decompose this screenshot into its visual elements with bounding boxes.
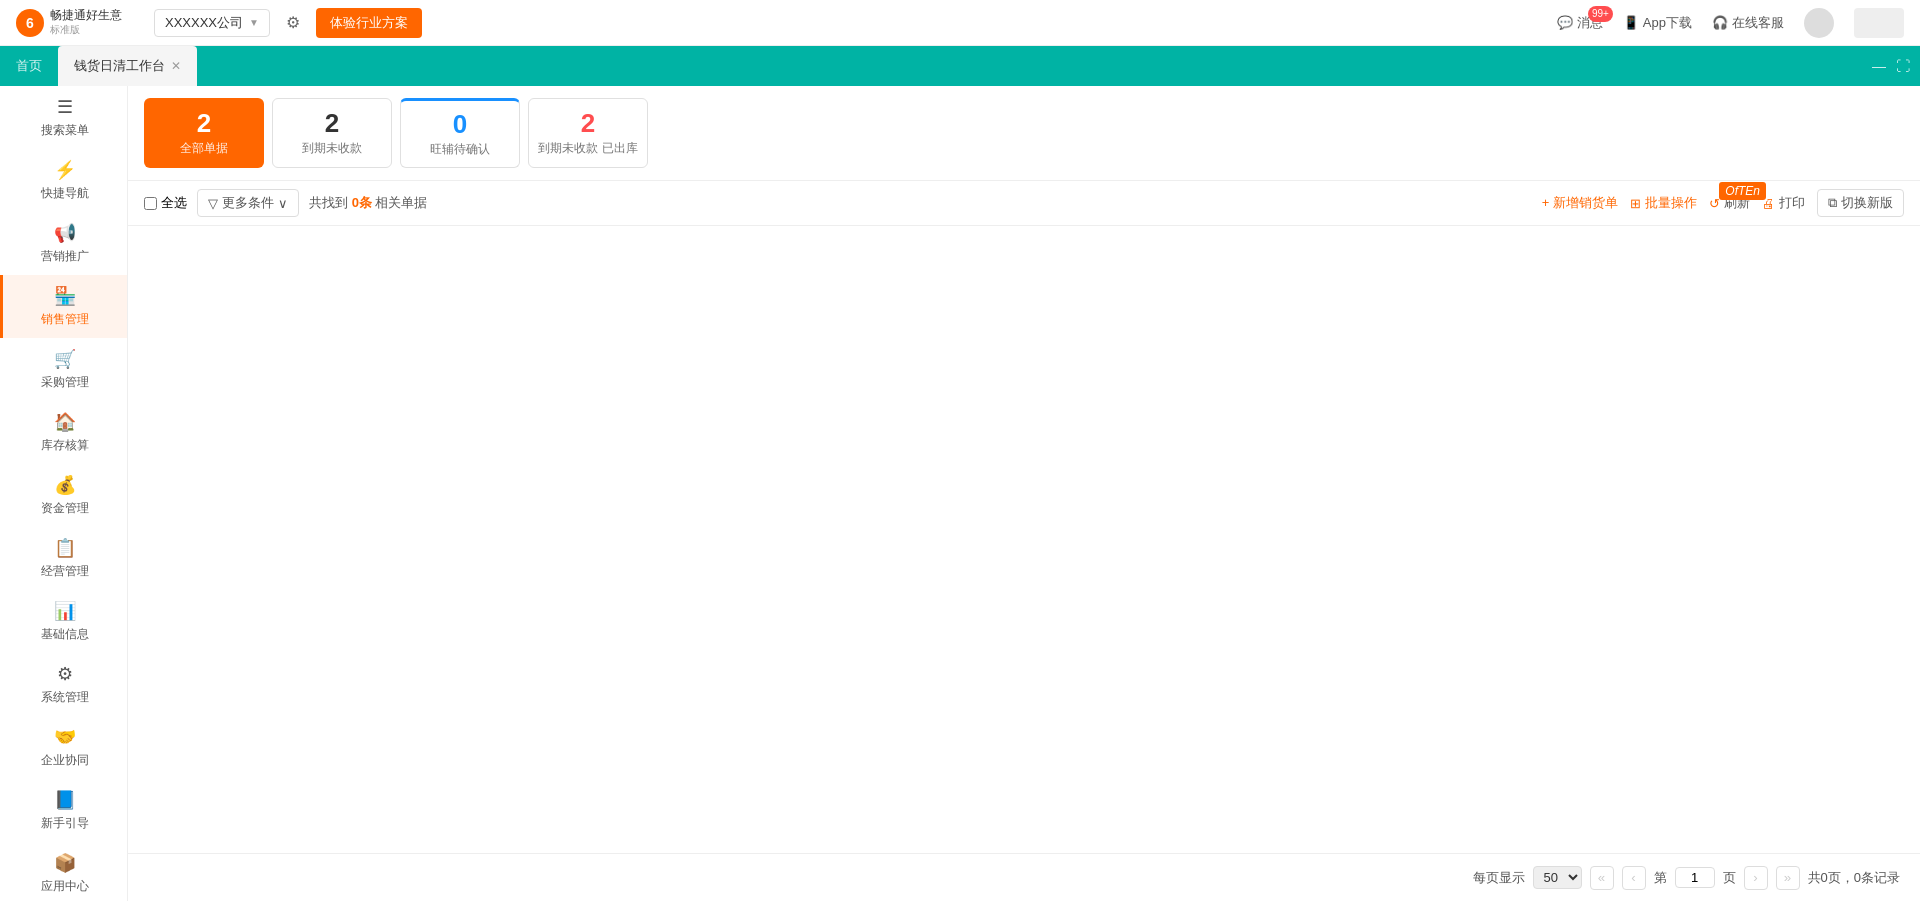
print-button[interactable]: 🖨 打印 — [1762, 194, 1805, 212]
per-page-select[interactable]: 50 — [1533, 866, 1582, 889]
next-page-button[interactable]: › — [1744, 866, 1768, 890]
sidebar-item-guide[interactable]: 📘 新手引导 — [0, 779, 127, 842]
stat-number-wangfu: 0 — [453, 111, 467, 137]
stats-row: 2 全部单据 2 到期未收款 0 旺辅待确认 2 到期未收款 已出库 — [128, 86, 1920, 181]
filter-button[interactable]: ▽ 更多条件 ∨ — [197, 189, 299, 217]
sidebar-item-system[interactable]: ⚙ 系统管理 — [0, 653, 127, 716]
experience-button[interactable]: 体验行业方案 — [316, 8, 422, 38]
store-icon: 🏪 — [54, 285, 76, 307]
clipboard-icon: 📋 — [54, 537, 76, 559]
headset-icon: 🎧 — [1712, 15, 1728, 30]
tab-home[interactable]: 首页 — [0, 46, 58, 86]
per-page-label: 每页显示 — [1473, 869, 1525, 887]
select-all-input[interactable] — [144, 197, 157, 210]
tab-bar: 首页 钱货日清工作台 ✕ — ⛶ — [0, 46, 1920, 86]
prev-page-button[interactable]: ‹ — [1622, 866, 1646, 890]
avatar[interactable] — [1804, 8, 1834, 38]
batch-operation-button[interactable]: ⊞ 批量操作 — [1630, 194, 1697, 212]
settings-icon: ⚙ — [57, 663, 73, 685]
stat-number-overdue: 2 — [325, 110, 339, 136]
book-icon: 📘 — [54, 789, 76, 811]
result-count: 0条 — [352, 195, 372, 210]
sidebar-item-marketing[interactable]: 📢 营销推广 — [0, 212, 127, 275]
select-all-checkbox[interactable]: 全选 — [144, 194, 187, 212]
app-download-button[interactable]: 📱 App下载 — [1623, 14, 1692, 32]
logo-area: 6 畅捷通好生意 标准版 — [16, 8, 144, 38]
last-page-button[interactable]: » — [1776, 866, 1800, 890]
search-menu-icon: ☰ — [57, 96, 73, 118]
stat-label-shipped: 到期未收款 已出库 — [538, 140, 637, 157]
sidebar-item-sales[interactable]: 🏪 销售管理 — [0, 275, 127, 338]
sidebar-item-enterprise[interactable]: 🤝 企业协同 — [0, 716, 127, 779]
result-text: 共找到 0条 相关单据 — [309, 194, 427, 212]
message-badge: 99+ — [1588, 6, 1613, 22]
handshake-icon: 🤝 — [54, 726, 76, 748]
batch-icon: ⊞ — [1630, 196, 1641, 211]
switch-new-version-button[interactable]: ⧉ 切换新版 — [1817, 189, 1904, 217]
settings-button[interactable]: ⚙ — [278, 8, 308, 38]
stat-label-overdue: 到期未收款 — [302, 140, 362, 157]
logo-icon: 6 — [16, 9, 44, 37]
chevron-down-icon: ▼ — [249, 17, 259, 28]
company-selector[interactable]: XXXXXX公司 ▼ — [154, 9, 270, 37]
sidebar: ☰ 搜索菜单 ⚡ 快捷导航 📢 营销推广 🏪 销售管理 🛒 采购管理 🏠 库存核… — [0, 86, 128, 901]
message-icon: 💬 — [1557, 15, 1573, 30]
often-badge: OfTEn — [1719, 182, 1766, 200]
online-service-button[interactable]: 🎧 在线客服 — [1712, 14, 1784, 32]
sidebar-item-search[interactable]: ☰ 搜索菜单 — [0, 86, 127, 149]
logo-text: 畅捷通好生意 标准版 — [50, 8, 122, 38]
page-input[interactable] — [1675, 867, 1715, 888]
gear-icon: ⚙ — [286, 13, 300, 32]
add-sale-order-button[interactable]: + 新增销货单 — [1542, 194, 1618, 212]
switch-icon: ⧉ — [1828, 195, 1837, 211]
tab-bar-actions: — ⛶ — [1872, 58, 1920, 74]
minimize-icon[interactable]: — — [1872, 58, 1886, 74]
first-page-button[interactable]: « — [1590, 866, 1614, 890]
phone-icon: 📱 — [1623, 15, 1639, 30]
page-suffix: 页 — [1723, 869, 1736, 887]
user-name — [1854, 8, 1904, 38]
main-layout: ☰ 搜索菜单 ⚡ 快捷导航 📢 营销推广 🏪 销售管理 🛒 采购管理 🏠 库存核… — [0, 86, 1920, 901]
sidebar-item-quicknav[interactable]: ⚡ 快捷导航 — [0, 149, 127, 212]
chevron-icon: ∨ — [278, 196, 288, 211]
box-icon: 📦 — [54, 852, 76, 874]
lightning-icon: ⚡ — [54, 159, 76, 181]
stat-card-wangfu[interactable]: 0 旺辅待确认 — [400, 98, 520, 168]
sidebar-item-purchase[interactable]: 🛒 采购管理 — [0, 338, 127, 401]
stat-number-all: 2 — [197, 110, 211, 136]
total-count: 共0页，0条记录 — [1808, 869, 1900, 887]
house-icon: 🏠 — [54, 411, 76, 433]
chart-icon: 📊 — [54, 600, 76, 622]
stat-label-wangfu: 旺辅待确认 — [430, 141, 490, 158]
cart-icon: 🛒 — [54, 348, 76, 370]
stat-card-all[interactable]: 2 全部单据 — [144, 98, 264, 168]
sidebar-item-basic-info[interactable]: 📊 基础信息 — [0, 590, 127, 653]
top-header: 6 畅捷通好生意 标准版 XXXXXX公司 ▼ ⚙ 体验行业方案 💬 消息 99… — [0, 0, 1920, 46]
stat-label-all: 全部单据 — [180, 140, 228, 157]
stat-number-shipped: 2 — [581, 110, 595, 136]
tab-workbench[interactable]: 钱货日清工作台 ✕ — [58, 46, 197, 86]
stat-card-shipped[interactable]: 2 到期未收款 已出库 — [528, 98, 648, 168]
expand-icon[interactable]: ⛶ — [1896, 58, 1910, 74]
header-right: 💬 消息 99+ 📱 App下载 🎧 在线客服 — [1557, 8, 1904, 38]
table-area — [128, 226, 1920, 853]
message-button[interactable]: 💬 消息 99+ — [1557, 14, 1603, 32]
sidebar-item-operations[interactable]: 📋 经营管理 — [0, 527, 127, 590]
filter-icon: ▽ — [208, 196, 218, 211]
stat-card-overdue[interactable]: 2 到期未收款 — [272, 98, 392, 168]
toolbar: 全选 ▽ 更多条件 ∨ 共找到 0条 相关单据 + 新增销货单 ⊞ 批量操作 — [128, 181, 1920, 226]
close-tab-icon[interactable]: ✕ — [171, 59, 181, 73]
pagination: 每页显示 50 « ‹ 第 页 › » 共0页，0条记录 — [128, 853, 1920, 901]
sidebar-item-app-center[interactable]: 📦 应用中心 — [0, 842, 127, 901]
money-icon: 💰 — [54, 474, 76, 496]
sidebar-item-finance[interactable]: 💰 资金管理 — [0, 464, 127, 527]
content-area: 2 全部单据 2 到期未收款 0 旺辅待确认 2 到期未收款 已出库 全选 — [128, 86, 1920, 901]
sidebar-item-inventory[interactable]: 🏠 库存核算 — [0, 401, 127, 464]
megaphone-icon: 📢 — [54, 222, 76, 244]
page-label: 第 — [1654, 869, 1667, 887]
